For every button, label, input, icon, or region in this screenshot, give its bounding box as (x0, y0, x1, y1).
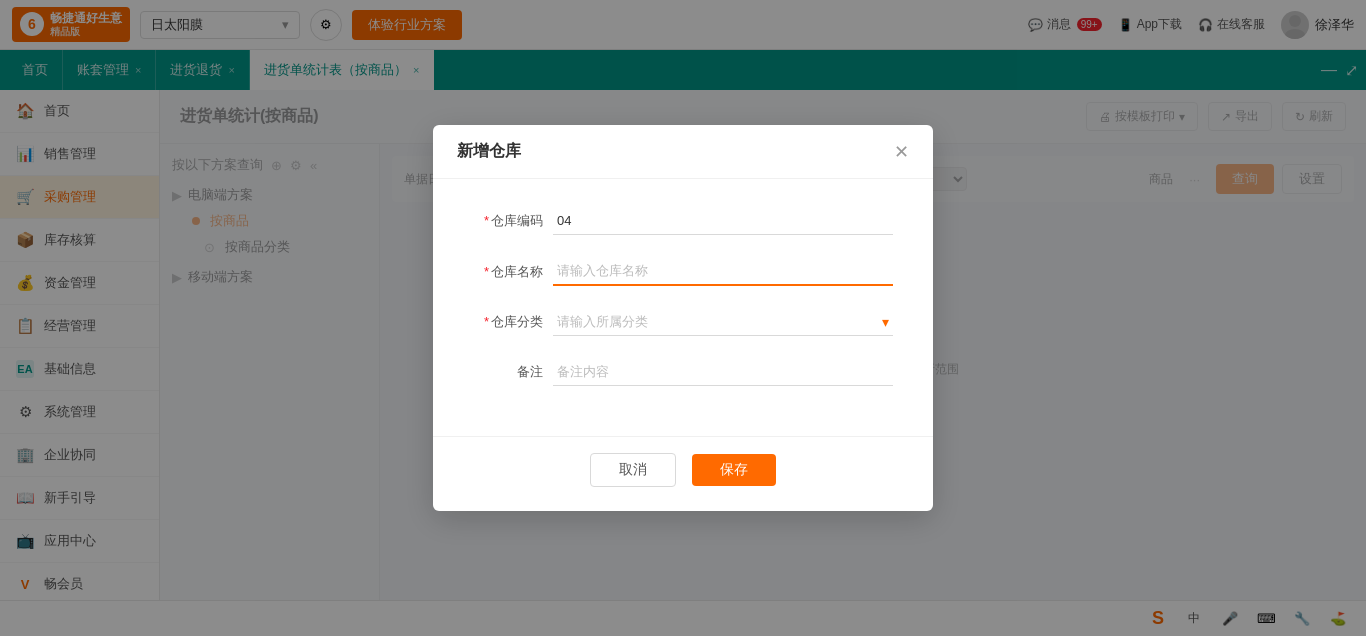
category-select[interactable]: 请输入所属分类 (553, 308, 893, 336)
form-row-note: 备注 (473, 358, 893, 386)
dialog-body: *仓库编码 *仓库名称 *仓库分类 请输入所属分类 ▾ (433, 179, 933, 436)
code-input[interactable] (553, 207, 893, 235)
save-button[interactable]: 保存 (692, 454, 776, 486)
dialog-header: 新增仓库 ✕ (433, 125, 933, 179)
cancel-button[interactable]: 取消 (590, 453, 676, 487)
form-row-name: *仓库名称 (473, 257, 893, 286)
required-star-name: * (484, 264, 489, 279)
dialog-close-button[interactable]: ✕ (894, 143, 909, 161)
required-star-category: * (484, 314, 489, 329)
new-warehouse-dialog: 新增仓库 ✕ *仓库编码 *仓库名称 *仓库分类 请输入所属分类 (433, 125, 933, 511)
category-select-wrap: 请输入所属分类 ▾ (553, 308, 893, 336)
required-star-code: * (484, 213, 489, 228)
note-input[interactable] (553, 358, 893, 386)
dialog-title: 新增仓库 (457, 141, 521, 162)
name-label: *仓库名称 (473, 263, 553, 281)
form-row-code: *仓库编码 (473, 207, 893, 235)
category-label: *仓库分类 (473, 313, 553, 331)
note-label: 备注 (473, 363, 553, 381)
name-input[interactable] (553, 257, 893, 286)
form-row-category: *仓库分类 请输入所属分类 ▾ (473, 308, 893, 336)
code-label: *仓库编码 (473, 212, 553, 230)
dialog-footer: 取消 保存 (433, 436, 933, 511)
